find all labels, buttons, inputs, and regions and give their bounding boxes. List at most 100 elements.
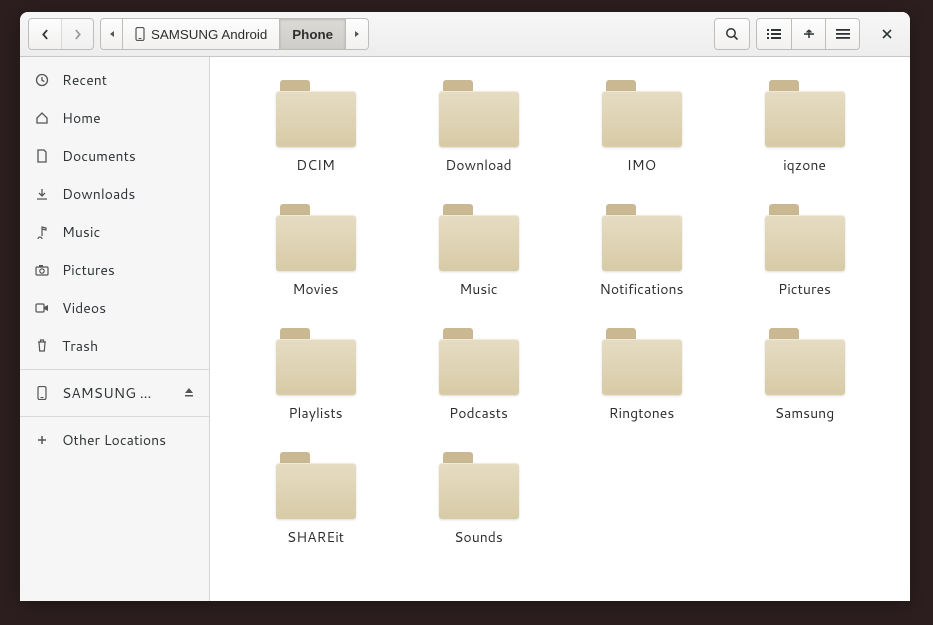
toolbar-view-group: [756, 18, 860, 50]
sidebar-item-home[interactable]: Home: [20, 99, 209, 137]
folder-icon: [439, 201, 519, 271]
folder-icon: [439, 77, 519, 147]
sidebar-item-device[interactable]: SAMSUNG …: [20, 374, 209, 412]
hamburger-menu-button[interactable]: [825, 19, 859, 49]
chevron-right-icon: [72, 29, 83, 40]
breadcrumb: SAMSUNG Android Phone: [100, 18, 369, 50]
folder-icon: [765, 201, 845, 271]
folder-item[interactable]: Music: [397, 201, 560, 299]
folder-icon: [276, 449, 356, 519]
breadcrumb-scroll-right[interactable]: [346, 19, 368, 49]
folder-item[interactable]: Playlists: [234, 325, 397, 423]
folder-icon: [602, 77, 682, 147]
sidebar-item-label: SAMSUNG …: [62, 383, 152, 403]
search-button[interactable]: [715, 19, 749, 49]
sidebar-item-label: Home: [62, 108, 101, 128]
folder-item[interactable]: IMO: [560, 77, 723, 175]
eject-button[interactable]: [183, 383, 195, 403]
sidebar-item-label: Other Locations: [62, 430, 166, 450]
sidebar-item-recent[interactable]: Recent: [20, 61, 209, 99]
folder-item[interactable]: Movies: [234, 201, 397, 299]
plus-icon: [34, 434, 50, 446]
folder-icon: [602, 325, 682, 395]
folder-name: Movies: [292, 279, 338, 299]
video-icon: [34, 302, 50, 314]
sidebar-item-trash[interactable]: Trash: [20, 327, 209, 365]
sidebar: Recent Home Documents Downloads Music Pi…: [20, 57, 210, 601]
folder-item[interactable]: Notifications: [560, 201, 723, 299]
close-icon: [881, 28, 893, 40]
list-icon: [767, 28, 781, 40]
folder-item[interactable]: iqzone: [723, 77, 886, 175]
hamburger-icon: [836, 28, 850, 40]
sidebar-separator: [20, 416, 209, 417]
sidebar-item-videos[interactable]: Videos: [20, 289, 209, 327]
folder-icon: [765, 77, 845, 147]
folder-item[interactable]: Download: [397, 77, 560, 175]
folder-icon: [276, 77, 356, 147]
breadcrumb-label: Phone: [292, 27, 333, 42]
breadcrumb-segment-device[interactable]: SAMSUNG Android: [123, 19, 280, 49]
breadcrumb-segment-current[interactable]: Phone: [280, 19, 346, 49]
nav-forward-button[interactable]: [61, 19, 93, 49]
body-area: Recent Home Documents Downloads Music Pi…: [20, 57, 910, 601]
view-list-button[interactable]: [757, 19, 791, 49]
triangle-right-icon: [353, 29, 361, 39]
folder-icon: [439, 449, 519, 519]
folder-name: SHAREit: [287, 527, 344, 547]
phone-icon: [135, 27, 145, 41]
trash-icon: [34, 339, 50, 353]
sidebar-item-label: Pictures: [62, 260, 115, 280]
folder-item[interactable]: Ringtones: [560, 325, 723, 423]
sidebar-item-other-locations[interactable]: Other Locations: [20, 421, 209, 459]
file-manager-window: SAMSUNG Android Phone: [20, 12, 910, 601]
folder-name: IMO: [627, 155, 656, 175]
folder-item[interactable]: SHAREit: [234, 449, 397, 547]
folder-name: Samsung: [775, 403, 835, 423]
sidebar-item-music[interactable]: Music: [20, 213, 209, 251]
nav-back-forward: [28, 18, 94, 50]
sidebar-item-label: Videos: [62, 298, 106, 318]
folder-grid[interactable]: DCIM Download IMO iqzone Movies Music Notifica…: [210, 57, 910, 601]
folder-name: DCIM: [296, 155, 335, 175]
folder-name: Playlists: [288, 403, 342, 423]
folder-icon: [602, 201, 682, 271]
sidebar-separator: [20, 369, 209, 370]
clock-icon: [34, 73, 50, 87]
document-icon: [34, 149, 50, 163]
folder-item[interactable]: Sounds: [397, 449, 560, 547]
breadcrumb-scroll-left[interactable]: [101, 19, 123, 49]
window-close-button[interactable]: [872, 19, 902, 49]
music-icon: [34, 225, 50, 239]
folder-item[interactable]: Podcasts: [397, 325, 560, 423]
sidebar-item-label: Music: [62, 222, 100, 242]
sidebar-item-label: Recent: [62, 70, 107, 90]
sidebar-item-documents[interactable]: Documents: [20, 137, 209, 175]
folder-name: Notifications: [600, 279, 684, 299]
home-icon: [34, 111, 50, 125]
sidebar-item-label: Documents: [62, 146, 136, 166]
nav-back-button[interactable]: [29, 19, 61, 49]
folder-icon: [439, 325, 519, 395]
folder-name: iqzone: [783, 155, 826, 175]
search-icon: [725, 27, 739, 41]
folder-name: Download: [445, 155, 511, 175]
folder-item[interactable]: DCIM: [234, 77, 397, 175]
folder-name: Music: [459, 279, 497, 299]
folder-name: Podcasts: [449, 403, 508, 423]
titlebar: SAMSUNG Android Phone: [20, 12, 910, 57]
folder-icon: [276, 325, 356, 395]
folder-icon: [765, 325, 845, 395]
folder-item[interactable]: Samsung: [723, 325, 886, 423]
sidebar-item-label: Downloads: [62, 184, 135, 204]
toolbar-search-group: [714, 18, 750, 50]
folder-item[interactable]: Pictures: [723, 201, 886, 299]
sidebar-item-pictures[interactable]: Pictures: [20, 251, 209, 289]
camera-icon: [34, 264, 50, 276]
sidebar-item-downloads[interactable]: Downloads: [20, 175, 209, 213]
folder-name: Sounds: [454, 527, 503, 547]
folder-name: Ringtones: [609, 403, 675, 423]
view-options-button[interactable]: [791, 19, 825, 49]
triangle-left-icon: [108, 29, 116, 39]
folder-name: Pictures: [778, 279, 831, 299]
